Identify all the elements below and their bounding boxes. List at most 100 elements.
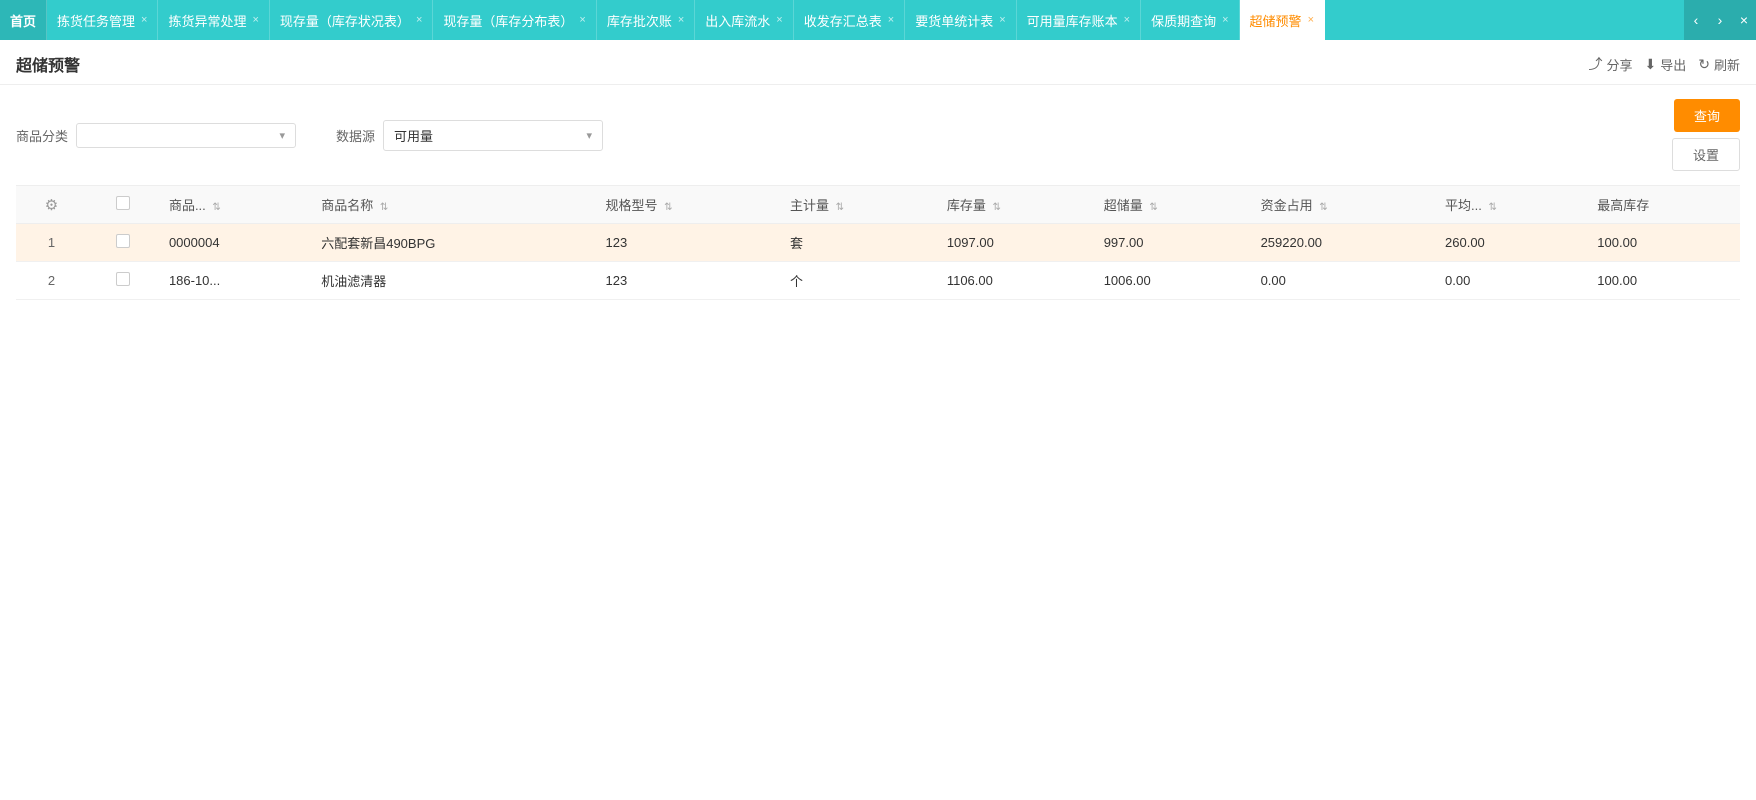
nav-item-tanhuo-task[interactable]: 拣货任务管理 × [47, 0, 158, 40]
table-wrapper: ⚙ 商品... ⇅ 商品名称 ⇅ 规格型号 ⇅ [0, 185, 1756, 300]
nav-home-label: 首页 [10, 11, 36, 30]
sort-icon: ⇅ [1319, 202, 1327, 213]
row-checkbox[interactable] [116, 272, 130, 286]
row-unit: 套 [780, 224, 937, 262]
sort-icon: ⇅ [1149, 202, 1157, 213]
row-num: 1 [16, 224, 87, 262]
nav-close-icon[interactable]: × [579, 14, 585, 26]
nav-item-quality-check[interactable]: 保质期查询 × [1141, 0, 1239, 40]
nav-item-inventory-status[interactable]: 现存量（库存状况表） × [270, 0, 433, 40]
datasource-filter-group: 数据源 可用量 ▾ [336, 120, 603, 151]
filter-area: 商品分类 ▾ 数据源 可用量 ▾ 查询 设置 [0, 85, 1756, 185]
row-product-name: 机油滤清器 [311, 262, 595, 300]
datasource-filter-label: 数据源 [336, 126, 375, 145]
table-header-row: ⚙ 商品... ⇅ 商品名称 ⇅ 规格型号 ⇅ [16, 186, 1740, 224]
row-checkbox-cell [87, 224, 159, 262]
nav-item-overstock-warning[interactable]: 超储预警 × [1240, 0, 1325, 40]
nav-label: 收发存汇总表 [804, 11, 882, 30]
sort-icon: ⇅ [1488, 202, 1496, 213]
row-product-code: 0000004 [159, 224, 311, 262]
top-nav: 首页 拣货任务管理 × 拣货异常处理 × 现存量（库存状况表） × 现存量（库存… [0, 0, 1756, 40]
nav-item-inventory-batch[interactable]: 库存批次账 × [597, 0, 695, 40]
nav-close-icon[interactable]: × [678, 14, 684, 26]
max-inventory-column-header: 最高库存 [1587, 186, 1740, 224]
sort-icon: ⇅ [380, 202, 388, 213]
category-select[interactable]: ▾ [76, 123, 296, 148]
export-label: 导出 [1660, 55, 1686, 74]
sort-icon: ⇅ [212, 202, 220, 213]
category-filter-group: 商品分类 ▾ [16, 123, 296, 148]
nav-item-home[interactable]: 首页 [0, 0, 47, 40]
row-capital: 259220.00 [1251, 224, 1435, 262]
nav-close-icon[interactable]: × [252, 14, 258, 26]
row-avg: 260.00 [1435, 224, 1587, 262]
row-inventory: 1097.00 [937, 224, 1094, 262]
datasource-chevron-icon: ▾ [587, 129, 593, 142]
unit-column-header[interactable]: 主计量 ⇅ [780, 186, 937, 224]
settings-button[interactable]: 设置 [1672, 138, 1740, 171]
row-overstock: 997.00 [1094, 224, 1251, 262]
overstock-column-header[interactable]: 超储量 ⇅ [1094, 186, 1251, 224]
nav-close-icon[interactable]: × [416, 14, 422, 26]
row-spec: 123 [596, 262, 780, 300]
nav-label: 现存量（库存分布表） [443, 11, 573, 30]
nav-prev-button[interactable]: ‹ [1684, 0, 1708, 40]
nav-item-order-stats[interactable]: 要货单统计表 × [905, 0, 1016, 40]
nav-close-icon[interactable]: × [999, 14, 1005, 26]
nav-close-icon[interactable]: × [141, 14, 147, 26]
row-spec: 123 [596, 224, 780, 262]
share-icon: ⤴ [1588, 54, 1602, 74]
nav-close-icon[interactable]: × [776, 14, 782, 26]
nav-item-inout-flow[interactable]: 出入库流水 × [695, 0, 793, 40]
select-all-checkbox[interactable] [116, 196, 130, 210]
row-capital: 0.00 [1251, 262, 1435, 300]
nav-label: 库存批次账 [607, 11, 672, 30]
product-code-column-header[interactable]: 商品... ⇅ [159, 186, 311, 224]
nav-label: 要货单统计表 [915, 11, 993, 30]
product-name-column-header[interactable]: 商品名称 ⇅ [311, 186, 595, 224]
nav-more-button[interactable]: × [1732, 0, 1756, 40]
share-button[interactable]: ⤴ 分享 [1588, 54, 1632, 74]
datasource-select-value: 可用量 [394, 126, 433, 145]
spec-column-header[interactable]: 规格型号 ⇅ [596, 186, 780, 224]
nav-item-available-account[interactable]: 可用量库存账本 × [1017, 0, 1141, 40]
nav-item-inventory-dist[interactable]: 现存量（库存分布表） × [433, 0, 596, 40]
row-num: 2 [16, 262, 87, 300]
share-label: 分享 [1606, 55, 1632, 74]
capital-column-header[interactable]: 资金占用 ⇅ [1251, 186, 1435, 224]
settings-column-header[interactable]: ⚙ [16, 186, 87, 224]
sort-icon: ⇅ [664, 202, 672, 213]
row-checkbox[interactable] [116, 234, 130, 248]
row-max-inventory: 100.00 [1587, 224, 1740, 262]
refresh-button[interactable]: ↻ 刷新 [1698, 55, 1740, 74]
nav-close-icon[interactable]: × [1124, 14, 1130, 26]
nav-close-icon[interactable]: × [1222, 14, 1228, 26]
nav-label: 现存量（库存状况表） [280, 11, 410, 30]
table-row: 1 0000004 六配套新昌490BPG 123 套 1097.00 997.… [16, 224, 1740, 262]
page-title: 超储预警 [16, 52, 80, 76]
export-button[interactable]: ⬇ 导出 [1645, 55, 1687, 74]
page-content: 超储预警 ⤴ 分享 ⬇ 导出 ↻ 刷新 商品分类 ▾ 数据源 [0, 40, 1756, 800]
nav-arrows: ‹ › × [1684, 0, 1756, 40]
filter-buttons: 查询 设置 [1672, 99, 1740, 171]
datasource-select[interactable]: 可用量 ▾ [383, 120, 603, 151]
nav-label: 超储预警 [1250, 11, 1302, 30]
table-row: 2 186-10... 机油滤清器 123 个 1106.00 1006.00 … [16, 262, 1740, 300]
inventory-column-header[interactable]: 库存量 ⇅ [937, 186, 1094, 224]
category-filter-label: 商品分类 [16, 126, 68, 145]
nav-item-receive-summary[interactable]: 收发存汇总表 × [794, 0, 905, 40]
nav-close-icon[interactable]: × [888, 14, 894, 26]
query-button[interactable]: 查询 [1674, 99, 1740, 132]
nav-next-button[interactable]: › [1708, 0, 1732, 40]
checkbox-column-header [87, 186, 159, 224]
nav-label: 出入库流水 [705, 11, 770, 30]
row-max-inventory: 100.00 [1587, 262, 1740, 300]
data-table: ⚙ 商品... ⇅ 商品名称 ⇅ 规格型号 ⇅ [16, 185, 1740, 300]
refresh-icon: ↻ [1698, 56, 1710, 73]
nav-item-tanhuo-exception[interactable]: 拣货异常处理 × [158, 0, 269, 40]
refresh-label: 刷新 [1714, 55, 1740, 74]
nav-close-active-icon[interactable]: × [1308, 14, 1314, 26]
avg-column-header[interactable]: 平均... ⇅ [1435, 186, 1587, 224]
row-product-code: 186-10... [159, 262, 311, 300]
row-unit: 个 [780, 262, 937, 300]
